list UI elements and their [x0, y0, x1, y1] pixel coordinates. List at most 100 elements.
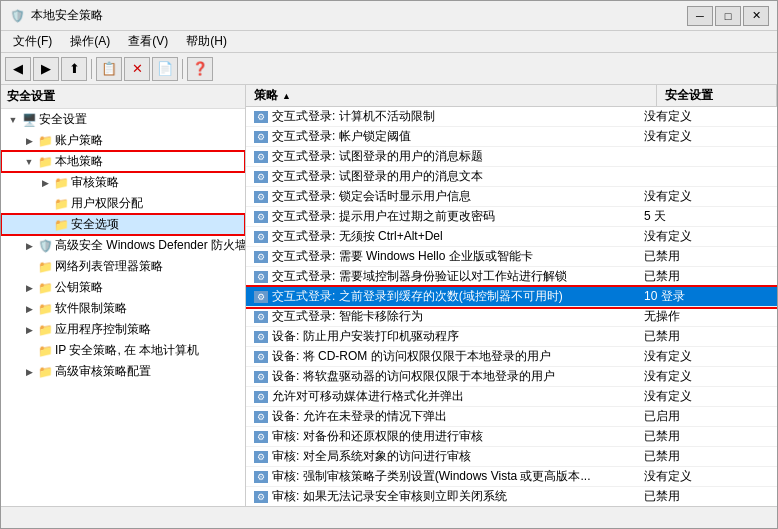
left-panel: 安全设置 ▼ 🖥️ 安全设置 ▶ 📁 账户策略 ▼ 📁 本地策略 → — [1, 85, 246, 506]
tree-item-security-settings[interactable]: ▼ 🖥️ 安全设置 — [1, 109, 245, 130]
expand-account-policy[interactable]: ▶ — [21, 133, 37, 149]
list-row[interactable]: ⚙交互式登录: 帐户锁定阈值 没有定义 — [246, 127, 777, 147]
expand-public-key[interactable]: ▶ — [21, 280, 37, 296]
list-row[interactable]: ⚙交互式登录: 智能卡移除行为 无操作 — [246, 307, 777, 327]
cell-policy-r1: ⚙交互式登录: 计算机不活动限制 — [246, 107, 636, 126]
icon-security-settings: 🖥️ — [21, 112, 37, 128]
label-software-restriction: 软件限制策略 — [55, 300, 243, 317]
cell-setting-r4 — [636, 176, 756, 178]
tree-item-advanced-audit[interactable]: ▶ 📁 高级审核策略配置 — [1, 361, 245, 382]
list-row[interactable]: ⚙审核: 对备份和还原权限的使用进行审核 已禁用 — [246, 427, 777, 447]
cell-policy-r18: ⚙审核: 对全局系统对象的访问进行审核 — [246, 447, 636, 466]
label-advanced-audit: 高级审核策略配置 — [55, 363, 243, 380]
tree-item-software-restriction[interactable]: ▶ 📁 软件限制策略 — [1, 298, 245, 319]
list-row[interactable]: ⚙交互式登录: 试图登录的用户的消息标题 — [246, 147, 777, 167]
help-button[interactable]: ❓ — [187, 57, 213, 81]
tree-item-audit-policy[interactable]: ▶ 📁 审核策略 — [1, 172, 245, 193]
cell-setting-r10: 10 登录 — [636, 287, 756, 306]
list-row[interactable]: ⚙交互式登录: 无须按 Ctrl+Alt+Del 没有定义 — [246, 227, 777, 247]
label-network-list: 网络列表管理器策略 — [55, 258, 243, 275]
policy-text-r18: 审核: 对全局系统对象的访问进行审核 — [272, 449, 471, 463]
cell-setting-r6: 5 天 — [636, 207, 756, 226]
toolbar-separator-2 — [182, 59, 183, 79]
policy-text-r11: 交互式登录: 智能卡移除行为 — [272, 309, 423, 323]
tree-item-account-policy[interactable]: ▶ 📁 账户策略 — [1, 130, 245, 151]
list-row[interactable]: ⚙交互式登录: 之前登录到缓存的次数(域控制器不可用时) 10 登录 — [246, 287, 777, 307]
list-row[interactable]: ⚙允许对可移动媒体进行格式化并弹出 没有定义 — [246, 387, 777, 407]
title-bar: 🛡️ 本地安全策略 ─ □ ✕ — [1, 1, 777, 31]
expand-software-restriction[interactable]: ▶ — [21, 301, 37, 317]
menu-file[interactable]: 文件(F) — [5, 31, 60, 52]
tree-item-windows-defender[interactable]: ▶ 🛡️ 高级安全 Windows Defender 防火墙 — [1, 235, 245, 256]
tree-item-public-key[interactable]: ▶ 📁 公钥策略 — [1, 277, 245, 298]
back-button[interactable]: ◀ — [5, 57, 31, 81]
cell-setting-r9: 已禁用 — [636, 267, 756, 286]
cell-setting-r19: 没有定义 — [636, 467, 756, 486]
col-header-setting[interactable]: 安全设置 — [657, 85, 777, 106]
tree-item-network-list[interactable]: 📁 网络列表管理器策略 — [1, 256, 245, 277]
expand-audit-policy[interactable]: ▶ — [37, 175, 53, 191]
copy-button[interactable]: 📋 — [96, 57, 122, 81]
properties-button[interactable]: 📄 — [152, 57, 178, 81]
menu-view[interactable]: 查看(V) — [120, 31, 176, 52]
col-setting-label: 安全设置 — [665, 87, 713, 104]
list-row[interactable]: ⚙审核: 如果无法记录安全审核则立即关闭系统 已禁用 — [246, 487, 777, 506]
cell-policy-r11: ⚙交互式登录: 智能卡移除行为 — [246, 307, 636, 326]
cell-policy-r7: ⚙交互式登录: 无须按 Ctrl+Alt+Del — [246, 227, 636, 246]
icon-account-policy: 📁 — [37, 133, 53, 149]
label-local-policy: 本地策略 — [55, 153, 243, 170]
list-row[interactable]: ⚙交互式登录: 提示用户在过期之前更改密码 5 天 — [246, 207, 777, 227]
title-controls: ─ □ ✕ — [687, 6, 769, 26]
expand-advanced-audit[interactable]: ▶ — [21, 364, 37, 380]
expand-app-control[interactable]: ▶ — [21, 322, 37, 338]
list-row[interactable]: ⚙设备: 防止用户安装打印机驱动程序 已禁用 — [246, 327, 777, 347]
tree-item-ip-security[interactable]: 📁 IP 安全策略, 在 本地计算机 — [1, 340, 245, 361]
close-button[interactable]: ✕ — [743, 6, 769, 26]
expand-local-policy[interactable]: ▼ — [21, 154, 37, 170]
tree-item-local-policy[interactable]: ▼ 📁 本地策略 → — [1, 151, 245, 172]
list-row[interactable]: ⚙审核: 强制审核策略子类别设置(Windows Vista 或更高版本... … — [246, 467, 777, 487]
expand-security-settings[interactable]: ▼ — [5, 112, 21, 128]
cell-setting-r16: 已启用 — [636, 407, 756, 426]
policy-text-r2: 交互式登录: 帐户锁定阈值 — [272, 129, 411, 143]
delete-button[interactable]: ✕ — [124, 57, 150, 81]
cell-setting-r18: 已禁用 — [636, 447, 756, 466]
tree-item-security-options[interactable]: 📁 安全选项 → — [1, 214, 245, 235]
cell-setting-r5: 没有定义 — [636, 187, 756, 206]
list-row[interactable]: ⚙设备: 将软盘驱动器的访问权限仅限于本地登录的用户 没有定义 — [246, 367, 777, 387]
list-row[interactable]: ⚙设备: 将 CD-ROM 的访问权限仅限于本地登录的用户 没有定义 — [246, 347, 777, 367]
col-header-policy[interactable]: 策略 ▲ — [246, 85, 657, 106]
label-audit-policy: 审核策略 — [71, 174, 243, 191]
list-row[interactable]: ⚙交互式登录: 需要域控制器身份验证以对工作站进行解锁 已禁用 — [246, 267, 777, 287]
cell-policy-r10: ⚙交互式登录: 之前登录到缓存的次数(域控制器不可用时) — [246, 287, 636, 306]
menu-help[interactable]: 帮助(H) — [178, 31, 235, 52]
list-row[interactable]: ⚙交互式登录: 锁定会话时显示用户信息 没有定义 — [246, 187, 777, 207]
menu-action[interactable]: 操作(A) — [62, 31, 118, 52]
list-row[interactable]: ⚙审核: 对全局系统对象的访问进行审核 已禁用 — [246, 447, 777, 467]
list-row[interactable]: ⚙交互式登录: 试图登录的用户的消息文本 — [246, 167, 777, 187]
up-button[interactable]: ⬆ — [61, 57, 87, 81]
policy-text-r9: 交互式登录: 需要域控制器身份验证以对工作站进行解锁 — [272, 269, 567, 283]
list-row[interactable]: ⚙设备: 允许在未登录的情况下弹出 已启用 — [246, 407, 777, 427]
sort-arrow-policy: ▲ — [282, 91, 291, 101]
list-row[interactable]: ⚙交互式登录: 计算机不活动限制 没有定义 — [246, 107, 777, 127]
tree-item-app-control[interactable]: ▶ 📁 应用程序控制策略 — [1, 319, 245, 340]
label-public-key: 公钥策略 — [55, 279, 243, 296]
window-icon: 🛡️ — [9, 8, 25, 24]
expand-windows-defender[interactable]: ▶ — [21, 238, 37, 254]
policy-text-r17: 审核: 对备份和还原权限的使用进行审核 — [272, 429, 483, 443]
minimize-button[interactable]: ─ — [687, 6, 713, 26]
cell-setting-r20: 已禁用 — [636, 487, 756, 506]
cell-policy-r19: ⚙审核: 强制审核策略子类别设置(Windows Vista 或更高版本... — [246, 467, 636, 486]
forward-button[interactable]: ▶ — [33, 57, 59, 81]
title-bar-left: 🛡️ 本地安全策略 — [9, 7, 103, 24]
icon-audit-policy: 📁 — [53, 175, 69, 191]
list-row[interactable]: ⚙交互式登录: 需要 Windows Hello 企业版或智能卡 已禁用 — [246, 247, 777, 267]
maximize-button[interactable]: □ — [715, 6, 741, 26]
tree-item-user-rights[interactable]: 📁 用户权限分配 — [1, 193, 245, 214]
label-user-rights: 用户权限分配 — [71, 195, 243, 212]
policy-text-r12: 设备: 防止用户安装打印机驱动程序 — [272, 329, 459, 343]
policy-text-r5: 交互式登录: 锁定会话时显示用户信息 — [272, 189, 471, 203]
right-panel: 策略 ▲ 安全设置 ⚙交互式登录: 计算机不活动限制 没有定义 ⚙交互式登录: … — [246, 85, 777, 506]
tree-header: 安全设置 — [1, 85, 245, 109]
